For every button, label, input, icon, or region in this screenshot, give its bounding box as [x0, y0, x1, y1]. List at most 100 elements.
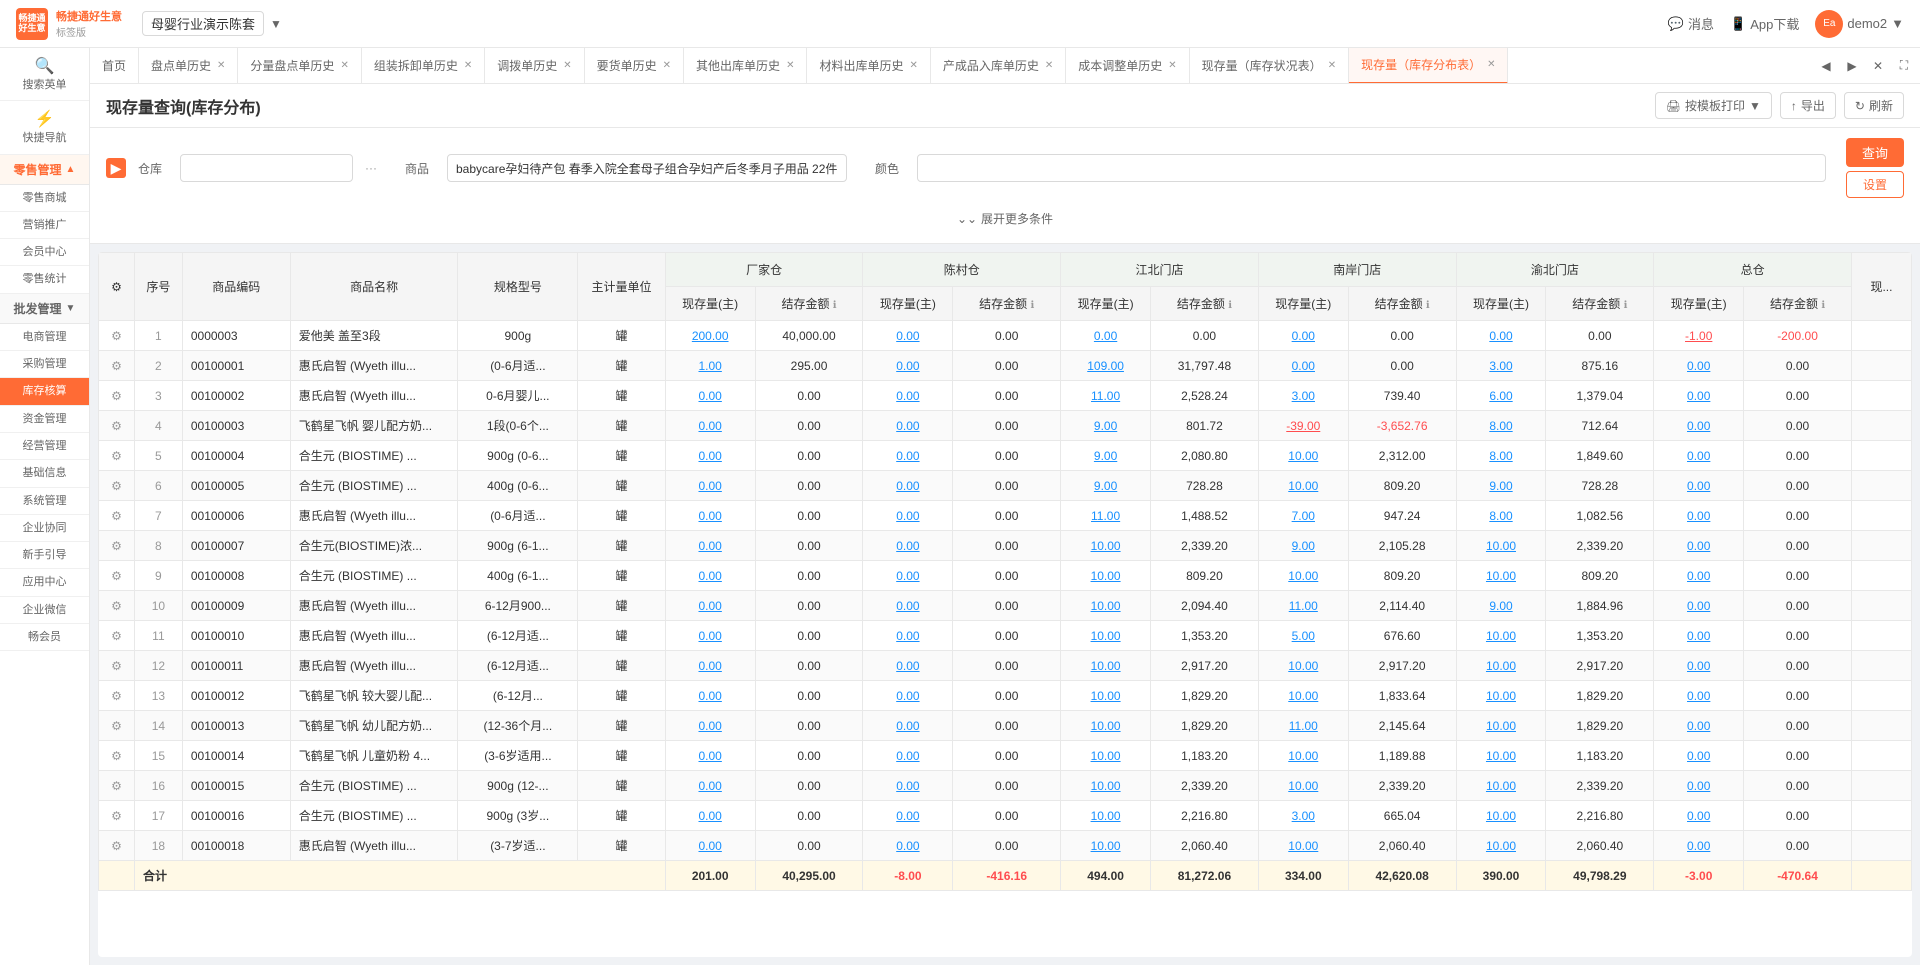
row-nanan-stock[interactable]: 11.00 [1258, 591, 1348, 621]
row-settings-icon[interactable]: ⚙ [111, 659, 122, 673]
row-jiangbei-stock[interactable]: 9.00 [1061, 441, 1151, 471]
tab-product-in[interactable]: 产成品入库单历史 ✕ [931, 48, 1066, 84]
row-total-stock[interactable]: 0.00 [1654, 771, 1744, 801]
row-settings-icon[interactable]: ⚙ [111, 479, 122, 493]
row-factory-stock[interactable]: 0.00 [665, 591, 755, 621]
factory-bal-info[interactable]: ℹ [833, 300, 837, 311]
row-factory-stock[interactable]: 0.00 [665, 501, 755, 531]
row-chen-stock[interactable]: 0.00 [863, 441, 953, 471]
row-total-stock[interactable]: 0.00 [1654, 501, 1744, 531]
tab-material-out[interactable]: 材料出库单历史 ✕ [807, 48, 930, 84]
sidebar-item-vip[interactable]: 畅会员 [0, 624, 89, 651]
row-factory-stock[interactable]: 0.00 [665, 441, 755, 471]
row-factory-stock[interactable]: 1.00 [665, 351, 755, 381]
msg-button[interactable]: 💬 消息 [1668, 14, 1714, 33]
sidebar-item-quicknav[interactable]: ⚡ 快捷导航 [0, 101, 89, 154]
row-settings[interactable]: ⚙ [99, 681, 135, 711]
row-total-stock[interactable]: 0.00 [1654, 801, 1744, 831]
row-nanan-stock[interactable]: 10.00 [1258, 441, 1348, 471]
row-jiangbei-stock[interactable]: 10.00 [1061, 621, 1151, 651]
row-settings[interactable]: ⚙ [99, 411, 135, 441]
row-jiangbei-stock[interactable]: 0.00 [1061, 321, 1151, 351]
tab-stock-dist-close[interactable]: ✕ [1487, 59, 1495, 70]
row-chen-stock[interactable]: 0.00 [863, 711, 953, 741]
row-total-stock[interactable]: 0.00 [1654, 561, 1744, 591]
row-nanan-stock[interactable]: 5.00 [1258, 621, 1348, 651]
row-chen-stock[interactable]: 0.00 [863, 681, 953, 711]
row-settings[interactable]: ⚙ [99, 351, 135, 381]
row-yuebei-stock[interactable]: 10.00 [1456, 651, 1546, 681]
tab-sub-inventory-close[interactable]: ✕ [340, 60, 348, 71]
row-nanan-stock[interactable]: 0.00 [1258, 321, 1348, 351]
tab-transfer-close[interactable]: ✕ [563, 60, 571, 71]
row-jiangbei-stock[interactable]: 10.00 [1061, 651, 1151, 681]
col-settings-header[interactable]: ⚙ [99, 253, 135, 321]
row-settings[interactable]: ⚙ [99, 741, 135, 771]
row-total-stock[interactable]: 0.00 [1654, 681, 1744, 711]
row-factory-stock[interactable]: 0.00 [665, 771, 755, 801]
row-yuebei-stock[interactable]: 10.00 [1456, 831, 1546, 861]
row-yuebei-stock[interactable]: 10.00 [1456, 531, 1546, 561]
warehouse-input[interactable] [180, 154, 353, 182]
row-factory-stock[interactable]: 0.00 [665, 711, 755, 741]
row-settings[interactable]: ⚙ [99, 471, 135, 501]
row-jiangbei-stock[interactable]: 9.00 [1061, 411, 1151, 441]
row-settings-icon[interactable]: ⚙ [111, 419, 122, 433]
row-total-stock[interactable]: 0.00 [1654, 471, 1744, 501]
row-nanan-stock[interactable]: 10.00 [1258, 471, 1348, 501]
tab-other-out-close[interactable]: ✕ [786, 60, 794, 71]
row-settings-icon[interactable]: ⚙ [111, 629, 122, 643]
row-settings-icon[interactable]: ⚙ [111, 749, 122, 763]
sidebar-item-retailstat[interactable]: 零售统计 [0, 266, 89, 293]
row-settings[interactable]: ⚙ [99, 831, 135, 861]
row-factory-stock[interactable]: 0.00 [665, 681, 755, 711]
tab-order-close[interactable]: ✕ [663, 60, 671, 71]
row-yuebei-stock[interactable]: 6.00 [1456, 381, 1546, 411]
row-nanan-stock[interactable]: 10.00 [1258, 831, 1348, 861]
row-settings[interactable]: ⚙ [99, 771, 135, 801]
color-input[interactable] [917, 154, 1826, 182]
tab-home[interactable]: 首页 [90, 48, 139, 84]
row-jiangbei-stock[interactable]: 10.00 [1061, 681, 1151, 711]
row-factory-stock[interactable]: 0.00 [665, 411, 755, 441]
tab-assemble-close[interactable]: ✕ [464, 60, 472, 71]
sidebar-item-inventory[interactable]: 库存核算 [0, 378, 89, 405]
row-factory-stock[interactable]: 0.00 [665, 561, 755, 591]
tab-stock-status-close[interactable]: ✕ [1328, 60, 1336, 71]
sidebar-item-finance[interactable]: 资金管理 [0, 406, 89, 433]
row-yuebei-stock[interactable]: 10.00 [1456, 561, 1546, 591]
nanan-bal-info[interactable]: ℹ [1426, 300, 1430, 311]
row-yuebei-stock[interactable]: 10.00 [1456, 681, 1546, 711]
sidebar-item-enterprise[interactable]: 企业协同 [0, 515, 89, 542]
row-jiangbei-stock[interactable]: 10.00 [1061, 531, 1151, 561]
sidebar-item-ecommerce[interactable]: 电商管理 [0, 324, 89, 351]
row-yuebei-stock[interactable]: 8.00 [1456, 501, 1546, 531]
row-chen-stock[interactable]: 0.00 [863, 561, 953, 591]
row-jiangbei-stock[interactable]: 10.00 [1061, 561, 1151, 591]
row-factory-stock[interactable]: 0.00 [665, 381, 755, 411]
preset-dropdown[interactable]: 母婴行业演示陈套 [142, 11, 264, 36]
row-chen-stock[interactable]: 0.00 [863, 771, 953, 801]
expand-button[interactable]: ⌄⌄ 展开更多条件 [949, 208, 1061, 229]
row-jiangbei-stock[interactable]: 10.00 [1061, 711, 1151, 741]
row-jiangbei-stock[interactable]: 10.00 [1061, 771, 1151, 801]
row-total-stock[interactable]: 0.00 [1654, 441, 1744, 471]
row-jiangbei-stock[interactable]: 10.00 [1061, 591, 1151, 621]
row-jiangbei-stock[interactable]: 10.00 [1061, 801, 1151, 831]
jiangbei-bal-info[interactable]: ℹ [1228, 300, 1232, 311]
row-jiangbei-stock[interactable]: 10.00 [1061, 741, 1151, 771]
tab-prev-btn[interactable]: ◀ [1814, 54, 1838, 78]
tab-assemble[interactable]: 组装拆卸单历史 ✕ [362, 48, 485, 84]
preset-arrow[interactable]: ▼ [270, 17, 282, 31]
sidebar-item-purchase[interactable]: 采购管理 [0, 351, 89, 378]
sidebar-item-wxenterprise[interactable]: 企业微信 [0, 597, 89, 624]
row-jiangbei-stock[interactable]: 9.00 [1061, 471, 1151, 501]
col-spec-header[interactable]: 规格型号 [458, 253, 578, 321]
row-settings[interactable]: ⚙ [99, 531, 135, 561]
row-settings[interactable]: ⚙ [99, 321, 135, 351]
tab-inventory-history-close[interactable]: ✕ [217, 60, 225, 71]
row-chen-stock[interactable]: 0.00 [863, 321, 953, 351]
row-total-stock[interactable]: 0.00 [1654, 741, 1744, 771]
row-total-stock[interactable]: 0.00 [1654, 621, 1744, 651]
row-settings-icon[interactable]: ⚙ [111, 449, 122, 463]
